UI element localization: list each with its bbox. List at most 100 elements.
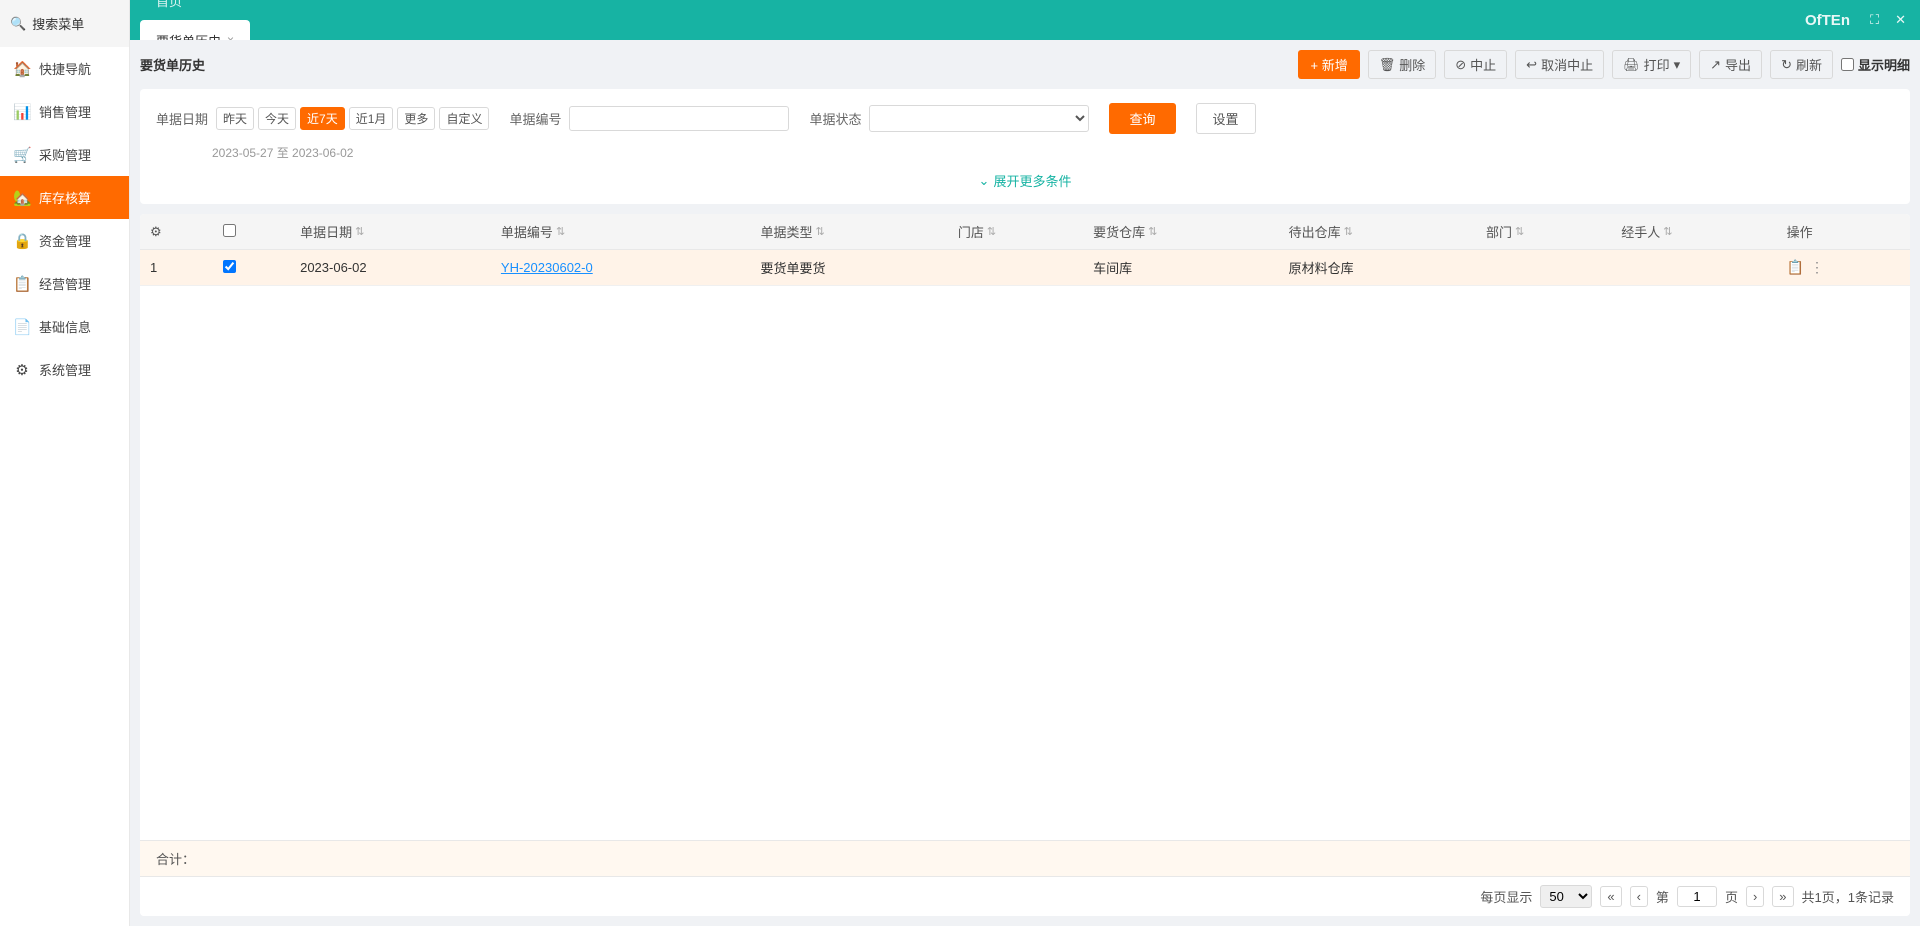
order-no-input[interactable] <box>569 106 789 131</box>
stop-button[interactable]: ⊘ 中止 <box>1444 50 1507 79</box>
expand-icon: ⌄ <box>979 173 990 189</box>
date-btn-近1月[interactable]: 近1月 <box>349 107 394 130</box>
date-range-row: 2023-05-27 至 2023-06-02 <box>156 144 1894 161</box>
col-label: 单据编号 <box>501 222 553 241</box>
row-edit-button[interactable]: 📋 <box>1787 259 1804 276</box>
col-label: 待出仓库 <box>1289 222 1341 241</box>
refresh-icon: ↻ <box>1781 57 1792 73</box>
row-order-type: 要货单要货 <box>750 250 947 286</box>
col-header-pending_warehouse[interactable]: 待出仓库⇅ <box>1279 214 1476 250</box>
delete-icon: 🗑 <box>1379 57 1396 73</box>
cancel-stop-button[interactable]: ↩ 取消中止 <box>1515 50 1604 79</box>
sidebar-item-label: 系统管理 <box>39 360 91 379</box>
col-header-settings: ⚙ <box>140 214 213 250</box>
sidebar-item-operation[interactable]: 📋 经营管理 <box>0 262 129 305</box>
col-header-date[interactable]: 单据日期⇅ <box>290 214 491 250</box>
sidebar-search[interactable]: 🔍 搜索菜单 <box>0 0 129 47</box>
sidebar-item-label: 采购管理 <box>39 145 91 164</box>
col-header-handler[interactable]: 经手人⇅ <box>1611 214 1776 250</box>
col-label: 门店 <box>958 222 984 241</box>
new-button[interactable]: + 新增 <box>1298 50 1359 79</box>
sidebar-item-finance[interactable]: 🔒资金管理 <box>0 219 129 262</box>
select-all-checkbox[interactable] <box>223 224 236 237</box>
first-page-button[interactable]: « <box>1600 886 1621 907</box>
col-label: ⚙ <box>150 224 162 239</box>
table-row[interactable]: 1 2023-06-02 YH-20230602-0 要货单要货 车间库 原材料… <box>140 250 1910 286</box>
purchase-icon: 🛒 <box>13 146 31 164</box>
sidebar-item-base[interactable]: 📄基础信息 <box>0 305 129 348</box>
order-no-link[interactable]: YH-20230602-0 <box>501 260 593 275</box>
cancel-stop-icon: ↩ <box>1526 57 1537 73</box>
col-label: 操作 <box>1787 225 1813 240</box>
col-label: 经手人 <box>1621 222 1660 241</box>
print-dropdown-icon: ▾ <box>1674 57 1681 73</box>
page-input[interactable] <box>1677 886 1717 907</box>
sidebar-item-label: 基础信息 <box>39 317 91 336</box>
page-actions: + 新增 🗑 删除 ⊘ 中止 ↩ 取消中止 🖨 打印 ▾ <box>1298 50 1910 79</box>
query-button[interactable]: 查询 <box>1109 103 1175 134</box>
table-area: ⚙单据日期⇅单据编号⇅单据类型⇅门店⇅要货仓库⇅待出仓库⇅部门⇅经手人⇅操作 1… <box>140 214 1910 916</box>
sidebar-item-sales[interactable]: 📊销售管理 <box>0 90 129 133</box>
sort-icon: ⇅ <box>1663 225 1672 238</box>
show-detail-checkbox[interactable] <box>1841 58 1854 71</box>
expand-more-button[interactable]: ⌄ 展开更多条件 <box>979 171 1072 190</box>
filter-row-1: 单据日期 昨天今天近7天近1月更多自定义 单据编号 单据状态 查询 设置 <box>156 103 1894 134</box>
settings-button[interactable]: 设置 <box>1196 103 1256 134</box>
date-range-text: 2023-05-27 至 2023-06-02 <box>212 144 353 161</box>
status-select[interactable] <box>869 105 1089 132</box>
delete-button[interactable]: 🗑 删除 <box>1368 50 1437 79</box>
sort-icon: ⇅ <box>1515 225 1524 238</box>
print-button[interactable]: 🖨 打印 ▾ <box>1612 50 1691 79</box>
refresh-button[interactable]: ↻ 刷新 <box>1770 50 1833 79</box>
row-checkbox[interactable] <box>213 250 290 286</box>
sidebar-item-system[interactable]: ⚙系统管理 <box>0 348 129 391</box>
export-icon: ↗ <box>1710 57 1721 73</box>
page-suffix: 页 <box>1725 887 1738 906</box>
sidebar-item-purchase[interactable]: 🛒 采购管理 <box>0 133 129 176</box>
window-close-button[interactable]: ✕ <box>1891 10 1910 30</box>
row-order-no[interactable]: YH-20230602-0 <box>491 250 751 286</box>
date-btn-今天[interactable]: 今天 <box>258 107 296 130</box>
row-pending-warehouse: 原材料仓库 <box>1279 250 1476 286</box>
sidebar-item-inventory[interactable]: 🏡库存核算 <box>0 176 129 219</box>
col-header-department[interactable]: 部门⇅ <box>1476 214 1611 250</box>
tab-label: 首页 <box>156 0 182 10</box>
sort-icon: ⇅ <box>556 225 565 238</box>
page-title-row: 要货单历史 + 新增 🗑 删除 ⊘ 中止 ↩ 取消中止 🖨 打印 <box>140 50 1910 79</box>
row-date: 2023-06-02 <box>290 250 491 286</box>
col-header-req_warehouse[interactable]: 要货仓库⇅ <box>1083 214 1279 250</box>
date-btn-昨天[interactable]: 昨天 <box>216 107 254 130</box>
col-label: 要货仓库 <box>1093 222 1145 241</box>
sidebar-item-home[interactable]: 🏠快捷导航 <box>0 47 129 90</box>
search-icon: 🔍 <box>10 16 26 32</box>
col-header-order_no[interactable]: 单据编号⇅ <box>491 214 751 250</box>
show-detail-toggle[interactable]: 显示明细 <box>1841 55 1910 74</box>
row-more-button[interactable]: ⋮ <box>1810 259 1824 276</box>
date-btn-更多[interactable]: 更多 <box>397 107 435 130</box>
col-header-order_type[interactable]: 单据类型⇅ <box>750 214 947 250</box>
export-button[interactable]: ↗ 导出 <box>1699 50 1762 79</box>
page-title: 要货单历史 <box>140 55 205 74</box>
sidebar: 🔍 搜索菜单 🏠快捷导航📊销售管理 🛒 采购管理 🏡库存核算🔒资金管理 📋 经营管理 📄基础… <box>0 0 130 926</box>
operation-icon: 📋 <box>13 275 31 293</box>
summary-label: 合计： <box>156 849 195 868</box>
per-page-select[interactable]: 102050100 <box>1540 885 1592 908</box>
status-label: 单据状态 <box>809 109 861 128</box>
last-page-button[interactable]: » <box>1772 886 1793 907</box>
sidebar-item-label: 库存核算 <box>39 188 91 207</box>
next-page-button[interactable]: › <box>1746 886 1764 907</box>
date-btn-近7天[interactable]: 近7天 <box>300 107 345 130</box>
page-label: 第 <box>1656 887 1669 906</box>
tab-home[interactable]: 首页 <box>140 0 250 20</box>
stop-icon: ⊘ <box>1455 57 1466 73</box>
col-header-store[interactable]: 门店⇅ <box>948 214 1083 250</box>
sidebar-item-label: 经营管理 <box>39 274 91 293</box>
prev-page-button[interactable]: ‹ <box>1630 886 1648 907</box>
page-content: 要货单历史 + 新增 🗑 删除 ⊘ 中止 ↩ 取消中止 🖨 打印 <box>130 40 1920 926</box>
show-detail-label: 显示明细 <box>1858 55 1910 74</box>
date-btn-自定义[interactable]: 自定义 <box>439 107 489 130</box>
window-resize-button[interactable]: ⛶ <box>1866 10 1883 30</box>
sidebar-item-label: 快捷导航 <box>39 59 91 78</box>
row-select-checkbox[interactable] <box>223 260 236 273</box>
sort-icon: ⇅ <box>987 225 996 238</box>
